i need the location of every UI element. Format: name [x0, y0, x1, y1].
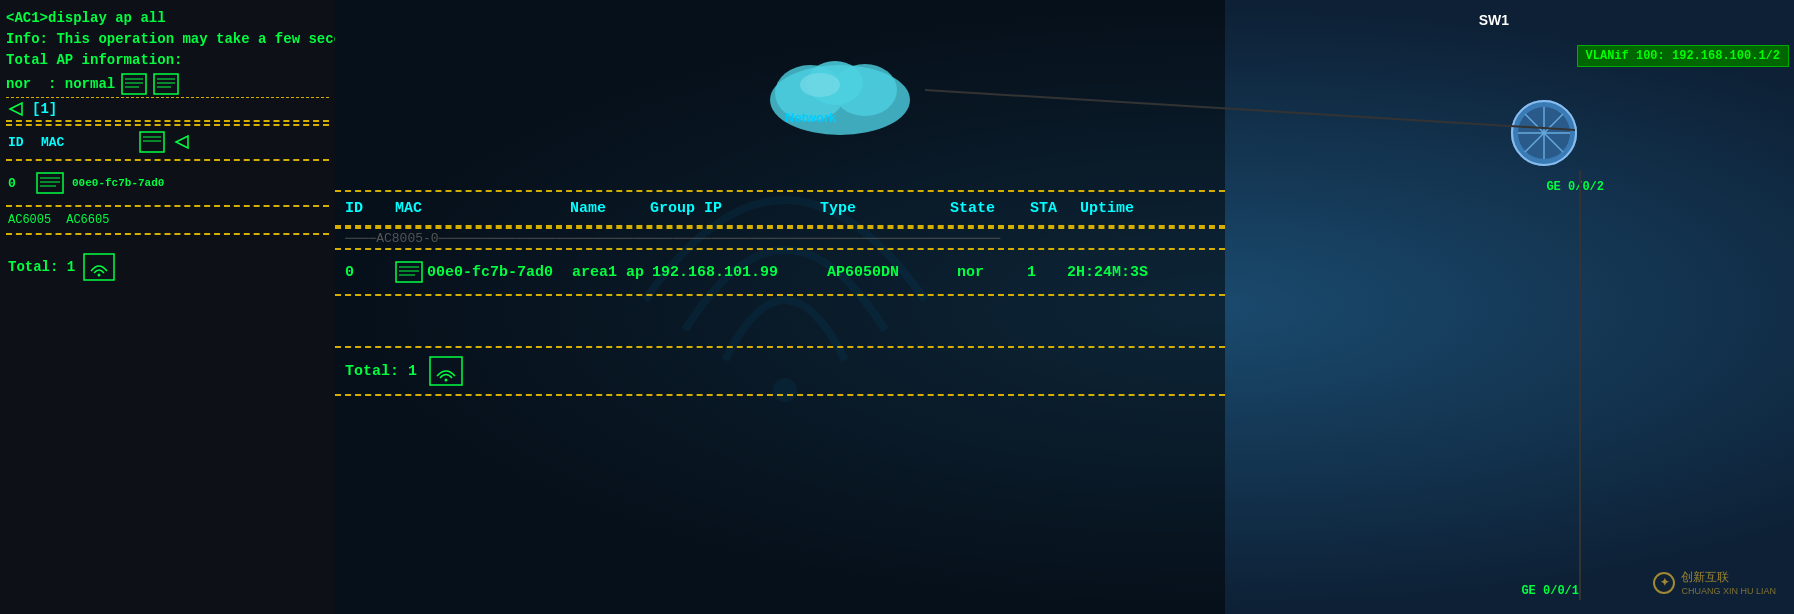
ap-device-icon [36, 171, 64, 195]
ac6605-label: AC6605 [66, 213, 109, 227]
nor-row: nor : normal [6, 73, 329, 95]
header-sta: STA [1030, 200, 1080, 217]
count-bracket: [1] [32, 101, 57, 117]
table-header-row: ID MAC Name Group IP Type State STA Upti… [335, 190, 1225, 227]
ap-data-row: 0 00e0-fc7b-7ad0 area1 ap 192.168.101.99… [335, 250, 1225, 294]
col-id-header: ID [8, 135, 33, 150]
col-mac-header: MAC [41, 135, 131, 150]
ap-row-device-icon [395, 260, 423, 284]
ac6005-label: AC6005 [8, 213, 51, 227]
device-icon-header [139, 131, 165, 153]
header-type: Type [820, 200, 950, 217]
wifi-icon [83, 253, 115, 281]
ap-type: AP6050DN [827, 264, 957, 281]
total-label: Total: 1 [8, 259, 75, 275]
header-state: State [950, 200, 1030, 217]
svg-point-25 [445, 379, 448, 382]
cloud-svg [755, 35, 925, 145]
total-wifi-icon [429, 356, 463, 386]
watermark-icon: ✦ [1653, 572, 1675, 594]
network-label: Network [785, 110, 836, 125]
arrow-icon-2 [173, 134, 191, 150]
total-row-terminal: Total: 1 [6, 245, 329, 289]
header-id: ID [345, 200, 395, 217]
total-count: Total: 1 [345, 363, 417, 380]
watermark: ✦ 创新互联 CHUANG XIN HU LIAN [1653, 569, 1776, 596]
router-icon-container [1499, 95, 1589, 175]
header-name: Name [570, 200, 650, 217]
ap-sta: 1 [1027, 264, 1067, 281]
svg-marker-8 [10, 103, 22, 115]
svg-rect-9 [140, 132, 164, 152]
ap-mac: 00e0-fc7b-7ad0 [427, 264, 572, 281]
network-panel: ID MAC Name Group IP Type State STA Upti… [335, 0, 1794, 614]
svg-rect-20 [396, 262, 422, 282]
dash-sep-1 [6, 120, 329, 122]
empty-space [335, 296, 1225, 346]
dash-sep-4 [6, 205, 329, 207]
svg-rect-13 [37, 173, 63, 193]
ac8005-row: ────AC8005-0────────────────────────────… [335, 227, 1225, 248]
watermark-text: 创新互联 CHUANG XIN HU LIAN [1681, 569, 1776, 596]
ap-uptime: 2H:24M:3S [1067, 264, 1187, 281]
ap-groupip: 192.168.101.99 [652, 264, 827, 281]
svg-point-30 [800, 73, 840, 97]
dash-sep-3 [6, 159, 329, 161]
terminal-panel: <AC1>display ap all Info: This operation… [0, 0, 335, 614]
sw1-label: SW1 [1479, 12, 1509, 28]
header-uptime: Uptime [1080, 200, 1200, 217]
arrow-icon [6, 100, 26, 118]
terminal-command: <AC1>display ap all [6, 8, 329, 29]
device-icon-1 [121, 73, 147, 95]
svg-marker-12 [176, 136, 188, 148]
ge-top-label: GE 0/0/2 [1546, 180, 1604, 194]
ap-state: nor [957, 264, 1027, 281]
svg-rect-4 [154, 74, 178, 94]
nor-label: nor : normal [6, 74, 115, 95]
svg-point-18 [98, 274, 101, 277]
svg-rect-0 [122, 74, 146, 94]
ac-labels-row: AC6005 AC6605 [6, 209, 329, 231]
vlanif-badge: VLANif 100: 192.168.100.1/2 [1577, 45, 1789, 67]
terminal-info: Info: This operation may take a few seco… [6, 29, 329, 50]
dash-sep-5 [6, 233, 329, 235]
cloud-container: Network [755, 35, 925, 150]
header-mac: MAC [395, 200, 570, 217]
ap-data-row-terminal: 0 00e0-fc7b-7ad0 [6, 163, 329, 203]
dash-sep-2 [6, 124, 329, 126]
terminal-total-ap: Total AP information: [6, 50, 329, 71]
ge-bottom-label: GE 0/0/1 [1521, 584, 1579, 598]
separator-bracket: [1] [6, 97, 329, 118]
table-header-terminal: ID MAC [6, 127, 329, 157]
ap-id-terminal: 0 [8, 176, 28, 191]
ap-id: 0 [345, 264, 395, 281]
ap-name: area1 ap [572, 264, 652, 281]
router-svg [1499, 95, 1589, 170]
ap-mac-terminal: 00e0-fc7b-7ad0 [72, 177, 182, 189]
total-row: Total: 1 [335, 348, 1225, 396]
header-groupip: Group IP [650, 200, 820, 217]
device-icon-2 [153, 73, 179, 95]
